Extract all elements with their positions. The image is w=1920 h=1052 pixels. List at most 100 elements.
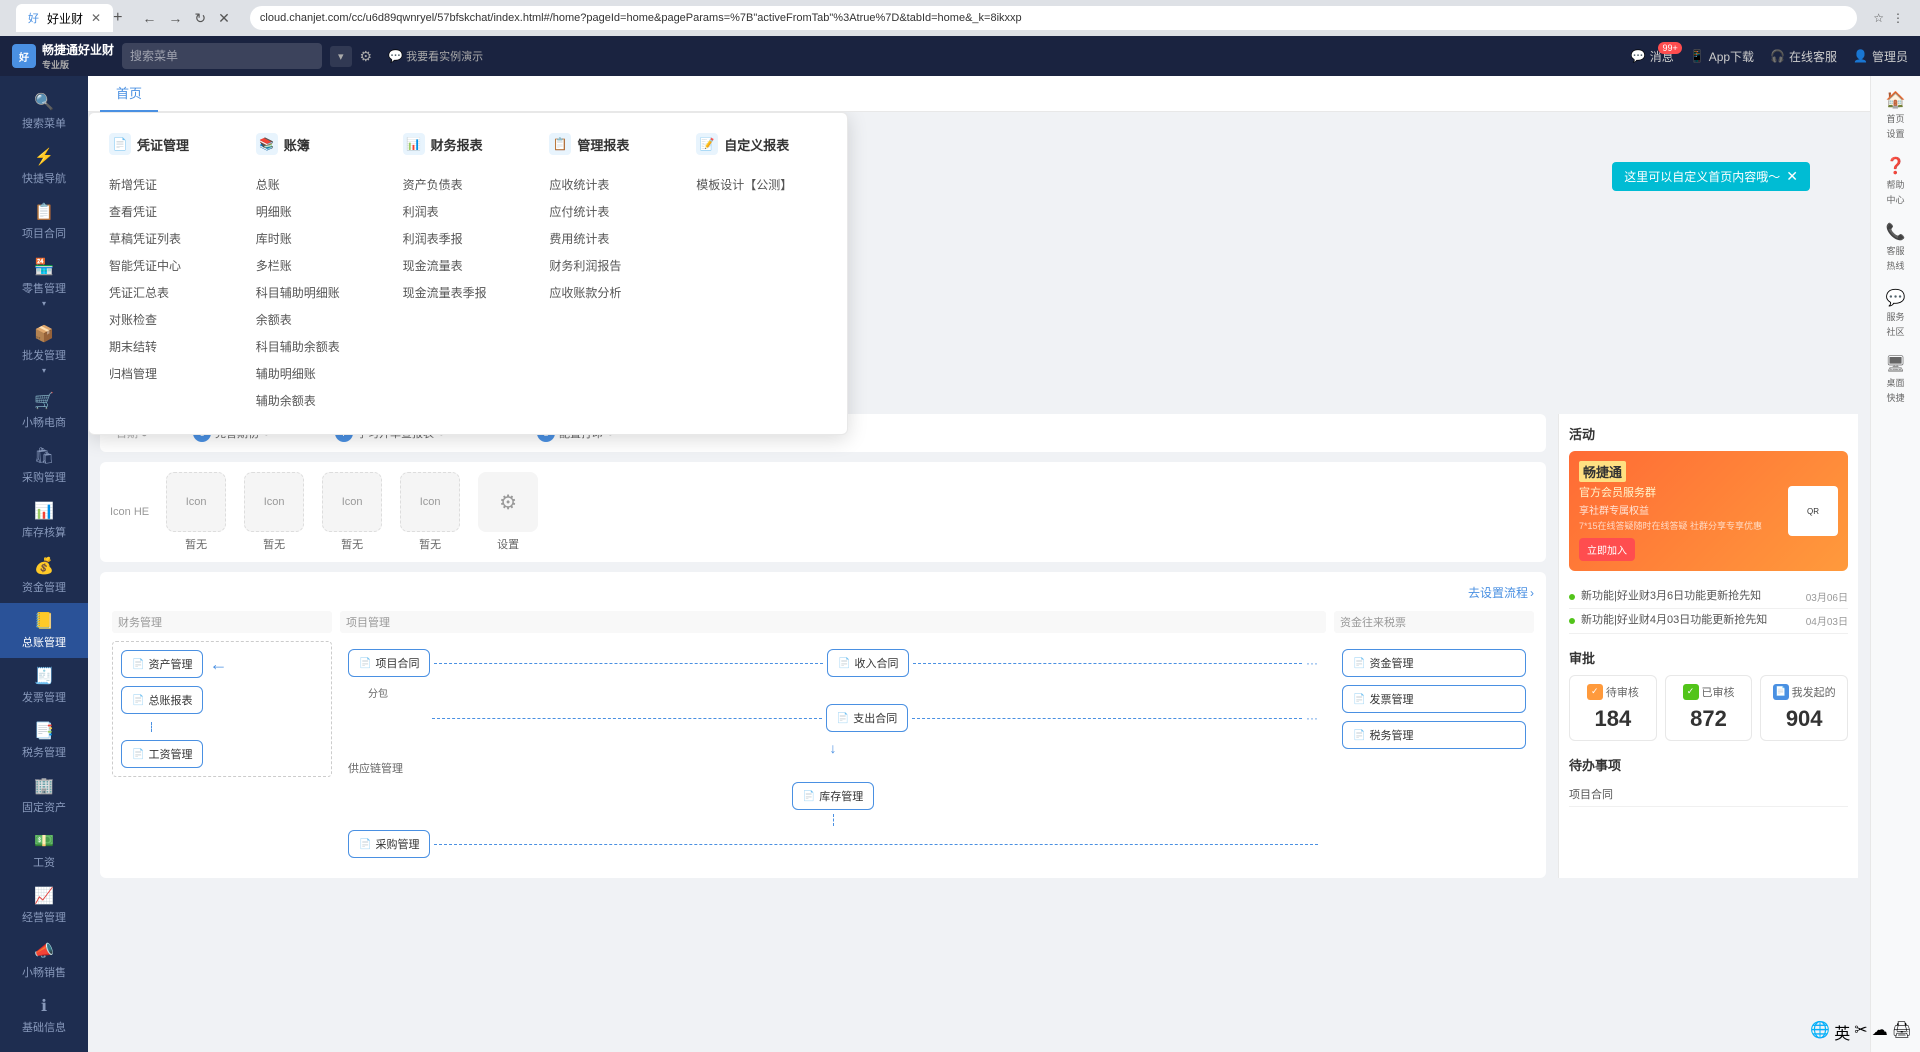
sidebar-item-search[interactable]: 🔍 搜索菜单 (0, 84, 88, 139)
quick-btn-community[interactable]: 💬 服务 社区 (1874, 282, 1918, 344)
more-icon[interactable]: ⋮ (1892, 11, 1904, 25)
sidebar-item-project[interactable]: 📋 项目合同 (0, 194, 88, 249)
menu-item-receivable-stat[interactable]: 应收统计表 (549, 171, 680, 198)
close-tip-btn[interactable]: ✕ (1786, 168, 1798, 185)
menu-item-new-voucher[interactable]: 新增凭证 (109, 171, 240, 198)
approval-card-approved[interactable]: ✓ 已审核 872 (1665, 675, 1753, 741)
menu-item-cashflow-quarterly[interactable]: 现金流量表季报 (403, 279, 534, 306)
menu-item-period-close[interactable]: 期末结转 (109, 333, 240, 360)
menu-item-payable-stat[interactable]: 应付统计表 (549, 198, 680, 225)
icon-card-4[interactable]: Icon 暂无 (395, 472, 465, 552)
taskbar-icon-4[interactable]: ☁ (1872, 1020, 1888, 1044)
sidebar-item-finance[interactable]: 💰 资金管理 (0, 548, 88, 603)
service-action[interactable]: 🎧 在线客服 (1770, 48, 1837, 65)
menu-item-smart-voucher[interactable]: 智能凭证中心 (109, 252, 240, 279)
delete-button[interactable]: ✕ (214, 8, 234, 29)
menu-item-template-design[interactable]: 模板设计【公测】 (696, 171, 827, 198)
sidebar-item-wholesale[interactable]: 📦 批发管理 ▾ (0, 316, 88, 383)
approval-card-mysubmit[interactable]: 📄 我发起的 904 (1760, 675, 1848, 741)
app-download-action[interactable]: 📱 App下载 (1690, 48, 1754, 65)
flow-box-invoice-mgmt[interactable]: 📄 发票管理 (1342, 685, 1526, 713)
browser-tab[interactable]: 好 好业财 ✕ (16, 4, 113, 32)
flow-box-capital[interactable]: 📄 资金管理 (1342, 649, 1526, 677)
flow-box-expense-contract[interactable]: 📄 支出合同 (826, 704, 908, 732)
menu-item-expense-stat[interactable]: 费用统计表 (549, 225, 680, 252)
menu-item-receivable-analysis[interactable]: 应收账款分析 (549, 279, 680, 306)
sidebar-item-quicknav[interactable]: ⚡ 快捷导航 (0, 139, 88, 194)
settings-top-btn[interactable]: ⚙ (360, 48, 373, 65)
sidebar-item-operations[interactable]: 📈 经营管理 (0, 878, 88, 933)
sidebar-item-basic[interactable]: ℹ 基础信息 (0, 988, 88, 1043)
news-item-2[interactable]: 新功能|好业财4月03日功能更新抢先知 04月03日 (1569, 609, 1848, 633)
menu-item-archive[interactable]: 归档管理 (109, 360, 240, 387)
taskbar-icon-5[interactable]: 🖨 (1892, 1020, 1912, 1044)
user-action[interactable]: 👤 管理员 (1853, 48, 1908, 65)
flow-box-salary[interactable]: 📄 工资管理 (121, 740, 203, 768)
menu-item-cashflow[interactable]: 现金流量表 (403, 252, 534, 279)
new-tab-button[interactable]: + (113, 9, 122, 27)
menu-item-aux-detail[interactable]: 辅助明细账 (256, 360, 387, 387)
back-button[interactable]: ← (138, 8, 160, 28)
menu-item-balance-sheet[interactable]: 资产负债表 (403, 171, 534, 198)
news-item-1[interactable]: 新功能|好业财3月6日功能更新抢先知 03月06日 (1569, 585, 1848, 609)
message-action[interactable]: 💬 消息 99+ (1631, 48, 1674, 65)
tab-close-btn[interactable]: ✕ (91, 11, 101, 25)
icon-card-2[interactable]: Icon 暂无 (239, 472, 309, 552)
quick-btn-home-settings[interactable]: 🏠 首页 设置 (1874, 84, 1918, 146)
taskbar-icon-1[interactable]: 🌐 (1810, 1020, 1830, 1044)
icon-card-3[interactable]: Icon 暂无 (317, 472, 387, 552)
sidebar-item-assets[interactable]: 🏢 固定资产 (0, 768, 88, 823)
menu-item-general-ledger[interactable]: 总账 (256, 171, 387, 198)
menu-item-reconcile[interactable]: 对账检查 (109, 306, 240, 333)
sidebar-item-system[interactable]: ⚙ 系统管理 (0, 1043, 88, 1052)
sidebar-item-sales[interactable]: 📣 小畅销售 (0, 933, 88, 988)
flow-box-assets[interactable]: 📄 资产管理 (121, 650, 203, 678)
sidebar-item-inventory[interactable]: 📊 库存核算 (0, 493, 88, 548)
menu-item-aux-balance[interactable]: 辅助余额表 (256, 387, 387, 414)
quick-btn-help[interactable]: ❓ 帮助 中心 (1874, 150, 1918, 212)
menu-item-detail-ledger[interactable]: 明细账 (256, 198, 387, 225)
menu-item-draft-voucher[interactable]: 草稿凭证列表 (109, 225, 240, 252)
menu-item-multi-ledger[interactable]: 多栏账 (256, 252, 387, 279)
todo-item-1[interactable]: 项目合同 (1569, 782, 1848, 807)
bookmark-icon[interactable]: ☆ (1873, 11, 1884, 25)
menu-item-balance[interactable]: 余额表 (256, 306, 387, 333)
menu-item-subject-detail[interactable]: 科目辅助明细账 (256, 279, 387, 306)
taskbar-icon-3[interactable]: ✂ (1854, 1020, 1867, 1044)
quick-btn-desktop[interactable]: 🖥 桌面 快捷 (1874, 348, 1918, 410)
demo-link[interactable]: 💬 我要看实例演示 (388, 48, 483, 64)
flow-box-tax-mgmt[interactable]: 📄 税务管理 (1342, 721, 1526, 749)
flow-box-ledger-report[interactable]: 📄 总账报表 (121, 686, 203, 714)
icon-card-1[interactable]: Icon 暂无 (161, 472, 231, 552)
flow-setup-link[interactable]: 去设置流程 › (1468, 584, 1534, 601)
sidebar-item-invoice[interactable]: 🧾 发票管理 (0, 658, 88, 713)
menu-item-view-voucher[interactable]: 查看凭证 (109, 198, 240, 225)
flow-box-income-contract[interactable]: 📄 收入合同 (827, 649, 909, 677)
menu-item-income-stmt[interactable]: 利润表 (403, 198, 534, 225)
sidebar-item-tax[interactable]: 📑 税务管理 (0, 713, 88, 768)
sidebar-item-ecommerce[interactable]: 🛒 小畅电商 (0, 383, 88, 438)
sidebar-item-salary[interactable]: 💵 工资 (0, 823, 88, 878)
address-bar[interactable]: cloud.chanjet.com/cc/u6d89qwnryel/57bfsk… (250, 6, 1857, 30)
menu-item-subject-balance[interactable]: 科目辅助余额表 (256, 333, 387, 360)
forward-button[interactable]: → (164, 8, 186, 28)
menu-item-income-quarterly[interactable]: 利润表季报 (403, 225, 534, 252)
approval-card-pending[interactable]: ✓ 待审核 184 (1569, 675, 1657, 741)
sidebar-item-ledger[interactable]: 📒 总账管理 (0, 603, 88, 658)
refresh-button[interactable]: ↻ (190, 8, 210, 29)
sidebar-item-retail[interactable]: 🏪 零售管理 ▾ (0, 249, 88, 316)
top-search-input[interactable] (122, 43, 322, 69)
menu-item-time-ledger[interactable]: 库时账 (256, 225, 387, 252)
join-btn[interactable]: 立即加入 (1579, 538, 1635, 561)
search-expand-btn[interactable]: ▾ (330, 46, 352, 67)
quick-btn-service[interactable]: 📞 客服 热线 (1874, 216, 1918, 278)
tab-home[interactable]: 首页 (100, 76, 158, 112)
sidebar-item-purchase[interactable]: 🛍 采购管理 (0, 438, 88, 493)
flow-box-inventory[interactable]: 📄 库存管理 (792, 782, 874, 810)
taskbar-icon-2[interactable]: 英 (1834, 1020, 1850, 1044)
icon-card-settings[interactable]: ⚙ 设置 (473, 472, 543, 552)
menu-item-voucher-summary[interactable]: 凭证汇总表 (109, 279, 240, 306)
flow-box-purchase[interactable]: 📄 采购管理 (348, 830, 430, 858)
flow-box-project-contract[interactable]: 📄 项目合同 (348, 649, 430, 677)
menu-item-profit-report[interactable]: 财务利润报告 (549, 252, 680, 279)
